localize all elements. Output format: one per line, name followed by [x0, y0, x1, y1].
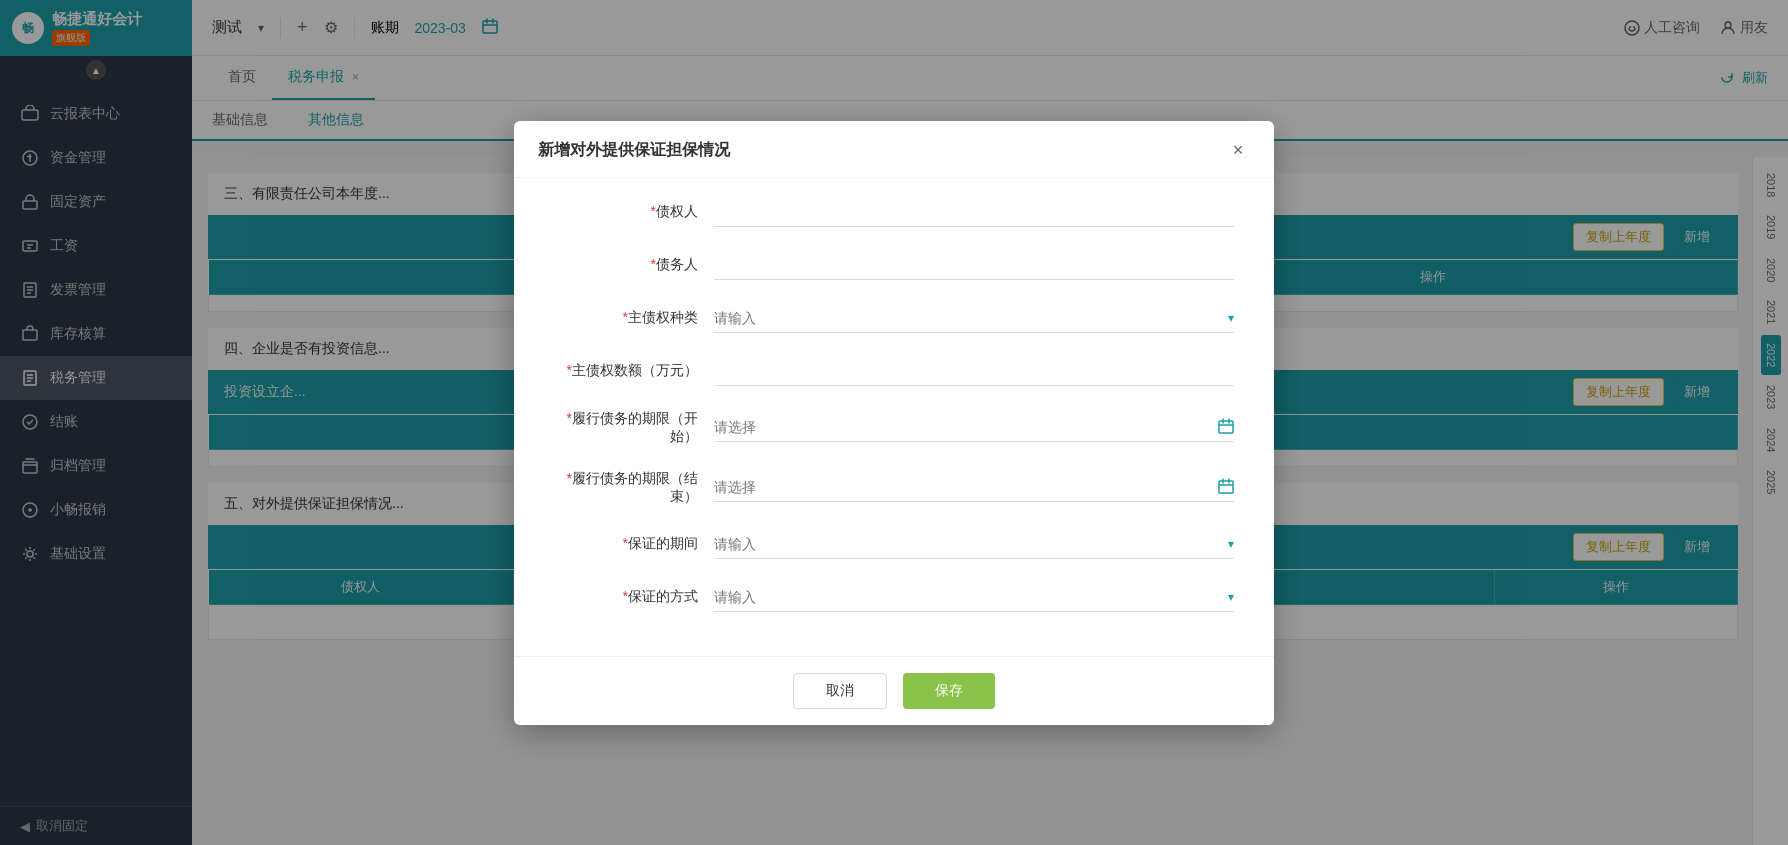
- modal-title: 新增对外提供保证担保情况: [538, 140, 730, 161]
- creditor-label: *债权人: [554, 203, 714, 221]
- form-row-debtor: *债务人: [554, 251, 1234, 280]
- required-asterisk: *: [651, 203, 656, 219]
- guarantee-period-label: *保证的期间: [554, 535, 714, 553]
- svg-rect-17: [1219, 481, 1233, 493]
- modal-body: *债权人 *债务人 *主债权种类 ▾: [514, 178, 1274, 656]
- required-asterisk: *: [567, 410, 572, 426]
- form-row-guarantee-method: *保证的方式 ▾: [554, 583, 1234, 612]
- modal: 新增对外提供保证担保情况 × *债权人 *债务人 *主债权种类: [514, 121, 1274, 725]
- modal-close-button[interactable]: ×: [1226, 139, 1250, 163]
- duty-start-label: *履行债务的期限（开始）: [554, 410, 714, 446]
- duty-end-date-wrapper: [714, 473, 1234, 502]
- form-row-guarantee-period: *保证的期间 ▾: [554, 530, 1234, 559]
- modal-header: 新增对外提供保证担保情况 ×: [514, 121, 1274, 178]
- required-asterisk: *: [623, 588, 628, 604]
- modal-footer: 取消 保存: [514, 656, 1274, 725]
- required-asterisk: *: [567, 362, 572, 378]
- required-asterisk: *: [623, 309, 628, 325]
- guarantee-period-input[interactable]: [714, 530, 1228, 558]
- form-row-creditor: *债权人: [554, 198, 1234, 227]
- cancel-button[interactable]: 取消: [793, 673, 887, 709]
- required-asterisk: *: [567, 470, 572, 486]
- creditor-input[interactable]: [714, 198, 1234, 227]
- duty-start-date-wrapper: [714, 413, 1234, 442]
- guarantee-period-select-wrapper: ▾: [714, 530, 1234, 559]
- claim-type-chevron-icon[interactable]: ▾: [1228, 311, 1234, 325]
- duty-start-input[interactable]: [714, 413, 1218, 441]
- debtor-input[interactable]: [714, 251, 1234, 280]
- save-button[interactable]: 保存: [903, 673, 995, 709]
- claim-amount-input[interactable]: [714, 357, 1234, 386]
- svg-rect-16: [1219, 421, 1233, 433]
- guarantee-period-chevron-icon[interactable]: ▾: [1228, 537, 1234, 551]
- form-row-duty-start: *履行债务的期限（开始）: [554, 410, 1234, 446]
- guarantee-method-label: *保证的方式: [554, 588, 714, 606]
- form-row-duty-end: *履行债务的期限（结束）: [554, 470, 1234, 506]
- guarantee-method-input[interactable]: [714, 583, 1228, 611]
- required-asterisk: *: [651, 256, 656, 272]
- form-row-claim-amount: *主债权数额（万元）: [554, 357, 1234, 386]
- duty-end-input[interactable]: [714, 473, 1218, 501]
- claim-type-select-wrapper: ▾: [714, 304, 1234, 333]
- guarantee-method-chevron-icon[interactable]: ▾: [1228, 590, 1234, 604]
- claim-type-input[interactable]: [714, 304, 1228, 332]
- claim-type-label: *主债权种类: [554, 309, 714, 327]
- claim-amount-label: *主债权数额（万元）: [554, 362, 714, 380]
- duty-end-calendar-icon[interactable]: [1218, 478, 1234, 497]
- modal-overlay: 新增对外提供保证担保情况 × *债权人 *债务人 *主债权种类: [0, 0, 1788, 845]
- duty-end-label: *履行债务的期限（结束）: [554, 470, 714, 506]
- debtor-label: *债务人: [554, 256, 714, 274]
- duty-start-calendar-icon[interactable]: [1218, 418, 1234, 437]
- guarantee-method-select-wrapper: ▾: [714, 583, 1234, 612]
- form-row-claim-type: *主债权种类 ▾: [554, 304, 1234, 333]
- required-asterisk: *: [623, 535, 628, 551]
